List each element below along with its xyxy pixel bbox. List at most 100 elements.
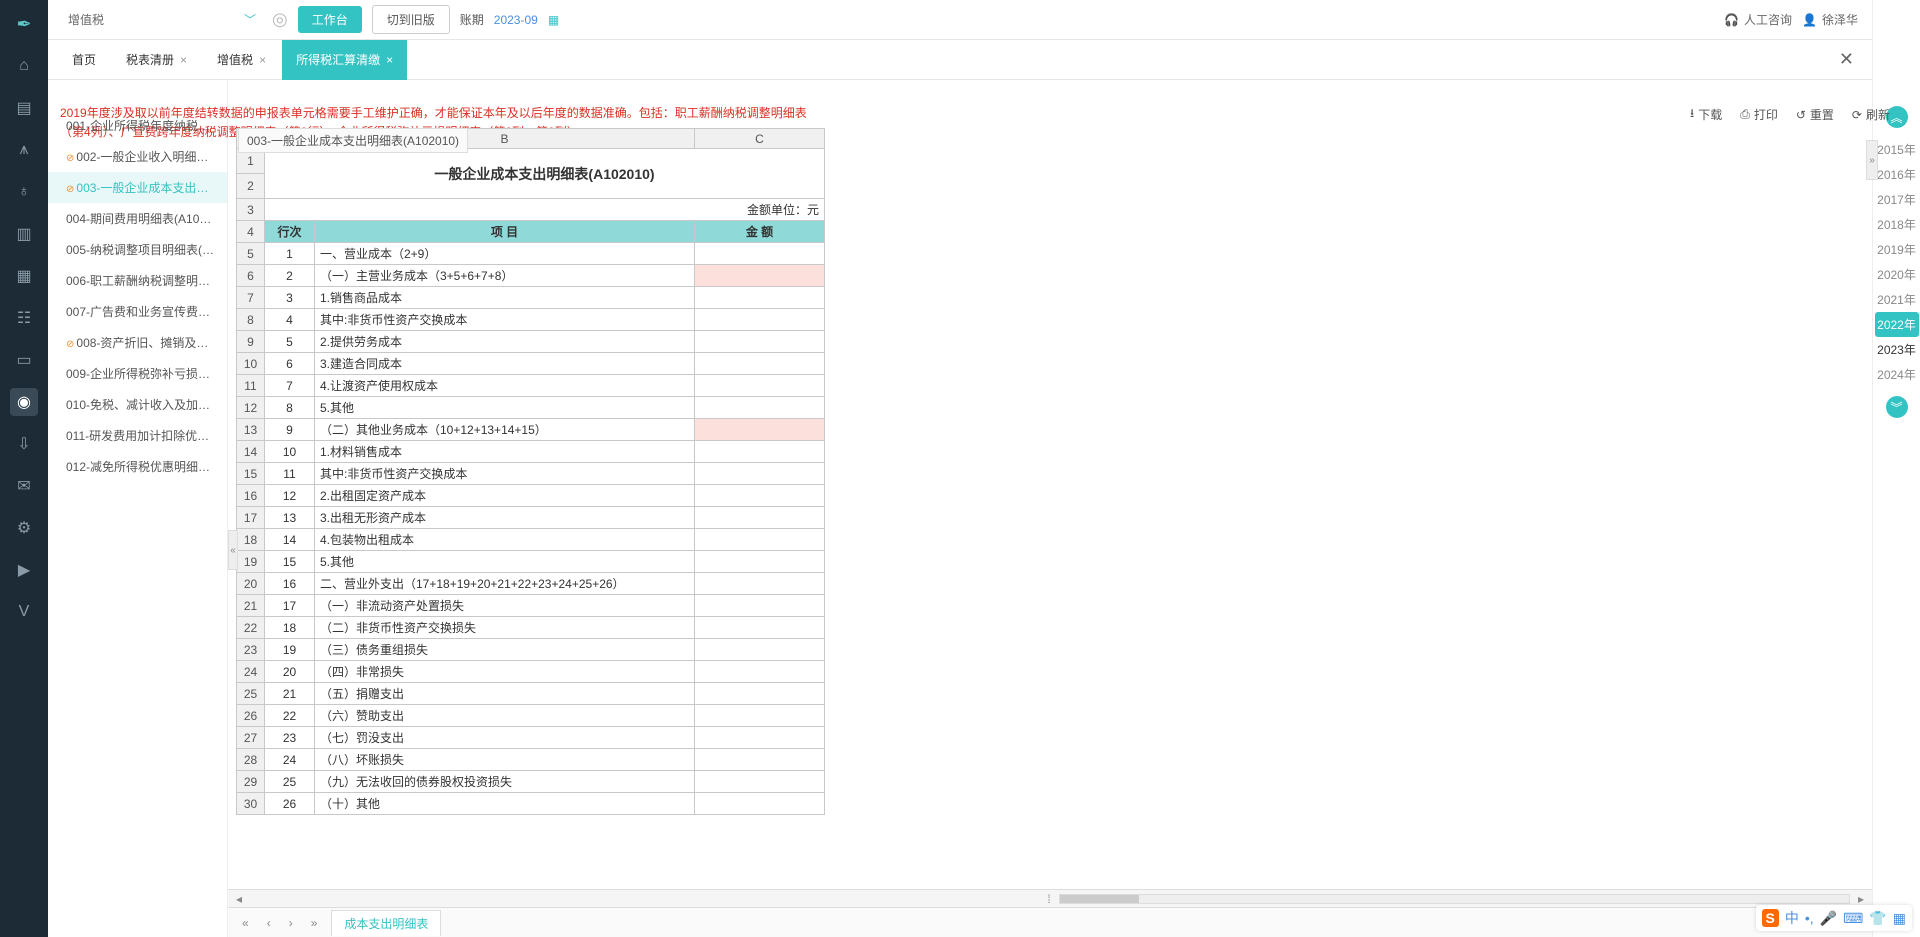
- col-header-c[interactable]: C: [695, 129, 825, 149]
- amount-cell[interactable]: [695, 287, 825, 309]
- item-cell[interactable]: （一）主营业务成本（3+5+6+7+8）: [315, 265, 695, 287]
- seq-cell[interactable]: 6: [265, 353, 315, 375]
- hscroll-thumb[interactable]: [1060, 895, 1139, 903]
- consult-button[interactable]: 🎧 人工咨询: [1724, 11, 1792, 28]
- seq-cell[interactable]: 9: [265, 419, 315, 441]
- item-cell[interactable]: 2.出租固定资产成本: [315, 485, 695, 507]
- row-header[interactable]: 15: [237, 463, 265, 485]
- row-header[interactable]: 10: [237, 353, 265, 375]
- user-menu[interactable]: 👤 徐泽华: [1802, 11, 1858, 28]
- tab-0[interactable]: 首页: [58, 40, 110, 80]
- amount-cell[interactable]: [695, 507, 825, 529]
- nav-clipboard-icon[interactable]: ▥: [10, 220, 38, 248]
- amount-cell[interactable]: [695, 397, 825, 419]
- item-cell[interactable]: 5.其他: [315, 397, 695, 419]
- seq-cell[interactable]: 20: [265, 661, 315, 683]
- row-header[interactable]: 25: [237, 683, 265, 705]
- seq-cell[interactable]: 16: [265, 573, 315, 595]
- item-cell[interactable]: 4.包装物出租成本: [315, 529, 695, 551]
- sheet-tab-first-icon[interactable]: «: [238, 916, 253, 930]
- seq-cell[interactable]: 18: [265, 617, 315, 639]
- item-cell[interactable]: （一）非流动资产处置损失: [315, 595, 695, 617]
- ime-lang-label[interactable]: 中: [1785, 908, 1799, 928]
- item-cell[interactable]: 一、营业成本（2+9）: [315, 243, 695, 265]
- year-button[interactable]: 2022年: [1875, 312, 1919, 337]
- row-header[interactable]: 5: [237, 243, 265, 265]
- tab-3[interactable]: 所得税汇算清缴×: [282, 40, 407, 80]
- row-header[interactable]: 20: [237, 573, 265, 595]
- item-cell[interactable]: （三）债务重组损失: [315, 639, 695, 661]
- ime-logo-icon[interactable]: S: [1762, 909, 1779, 927]
- item-cell[interactable]: 二、营业外支出（17+18+19+20+21+22+23+24+25+26）: [315, 573, 695, 595]
- nav-settings-icon[interactable]: ⚙: [10, 514, 38, 542]
- row-header[interactable]: 28: [237, 749, 265, 771]
- item-cell[interactable]: （十）其他: [315, 793, 695, 815]
- ime-skin-icon[interactable]: 👕: [1869, 910, 1886, 927]
- year-button[interactable]: 2021年: [1875, 287, 1919, 312]
- item-cell[interactable]: （四）非常损失: [315, 661, 695, 683]
- hscroll-left-icon[interactable]: ◂: [236, 892, 242, 906]
- row-header[interactable]: 8: [237, 309, 265, 331]
- amount-cell[interactable]: [695, 595, 825, 617]
- item-cell[interactable]: （二）非货币性资产交换损失: [315, 617, 695, 639]
- row-header[interactable]: 27: [237, 727, 265, 749]
- year-down-icon[interactable]: ︾: [1886, 396, 1908, 418]
- sheet-scroll-wrap[interactable]: ◢ A B C 1一般企业成本支出明细表(A102010) 2 3金额单位：元 …: [228, 128, 1872, 889]
- nav-table-icon[interactable]: ☷: [10, 304, 38, 332]
- item-cell[interactable]: （七）罚没支出: [315, 727, 695, 749]
- row-header[interactable]: 14: [237, 441, 265, 463]
- tab-1[interactable]: 税表清册×: [112, 40, 201, 80]
- nav-inbox-icon[interactable]: ✉: [10, 472, 38, 500]
- ime-keyboard-icon[interactable]: ⌨: [1843, 910, 1863, 927]
- amount-cell[interactable]: [695, 441, 825, 463]
- nav-home-icon[interactable]: ⌂: [10, 52, 38, 80]
- nav-doc-icon[interactable]: ▤: [10, 94, 38, 122]
- form-list-item[interactable]: 010-免税、减计收入及加计...: [48, 389, 227, 420]
- amount-cell[interactable]: [695, 243, 825, 265]
- seq-cell[interactable]: 25: [265, 771, 315, 793]
- item-cell[interactable]: 1.销售商品成本: [315, 287, 695, 309]
- amount-cell[interactable]: [695, 331, 825, 353]
- switch-old-button[interactable]: 切到旧版: [372, 5, 450, 34]
- seq-cell[interactable]: 14: [265, 529, 315, 551]
- year-button[interactable]: 2023年: [1875, 337, 1919, 362]
- close-icon[interactable]: ×: [386, 53, 393, 67]
- nav-v-icon[interactable]: V: [10, 598, 38, 626]
- item-cell[interactable]: 3.建造合同成本: [315, 353, 695, 375]
- row-header[interactable]: 16: [237, 485, 265, 507]
- item-cell[interactable]: （六）赞助支出: [315, 705, 695, 727]
- form-list-item[interactable]: ⊘008-资产折旧、摊销及纳税...: [48, 327, 227, 358]
- amount-cell[interactable]: [695, 793, 825, 815]
- amount-cell[interactable]: [695, 551, 825, 573]
- doc-icon[interactable]: ◎: [272, 9, 288, 30]
- seq-cell[interactable]: 13: [265, 507, 315, 529]
- year-button[interactable]: 2018年: [1875, 212, 1919, 237]
- amount-cell[interactable]: [695, 573, 825, 595]
- form-list-item[interactable]: 004-期间费用明细表(A1040...: [48, 203, 227, 234]
- seq-cell[interactable]: 19: [265, 639, 315, 661]
- nav-export-icon[interactable]: ⇩: [10, 430, 38, 458]
- hscroll-right-icon[interactable]: ▸: [1858, 892, 1864, 906]
- row-header[interactable]: 6: [237, 265, 265, 287]
- item-cell[interactable]: 5.其他: [315, 551, 695, 573]
- seq-cell[interactable]: 8: [265, 397, 315, 419]
- amount-cell[interactable]: [695, 661, 825, 683]
- row-header[interactable]: 30: [237, 793, 265, 815]
- period-value[interactable]: 2023-09: [494, 13, 538, 27]
- item-cell[interactable]: （二）其他业务成本（10+12+13+14+15）: [315, 419, 695, 441]
- item-cell[interactable]: 其中:非货币性资产交换成本: [315, 463, 695, 485]
- amount-cell[interactable]: [695, 683, 825, 705]
- item-cell[interactable]: 2.提供劳务成本: [315, 331, 695, 353]
- item-cell[interactable]: 3.出租无形资产成本: [315, 507, 695, 529]
- row-header[interactable]: 12: [237, 397, 265, 419]
- nav-book-icon[interactable]: ▭: [10, 346, 38, 374]
- seq-cell[interactable]: 24: [265, 749, 315, 771]
- module-dropdown[interactable]: 增值税 ﹀: [62, 7, 262, 32]
- nav-calc-icon[interactable]: ▦: [10, 262, 38, 290]
- form-list-item[interactable]: 001-企业所得税年度纳税申...: [48, 110, 227, 141]
- sheet-tab-prev-icon[interactable]: ‹: [263, 916, 275, 930]
- seq-cell[interactable]: 11: [265, 463, 315, 485]
- amount-cell[interactable]: [695, 749, 825, 771]
- row-header[interactable]: 24: [237, 661, 265, 683]
- amount-cell[interactable]: [695, 529, 825, 551]
